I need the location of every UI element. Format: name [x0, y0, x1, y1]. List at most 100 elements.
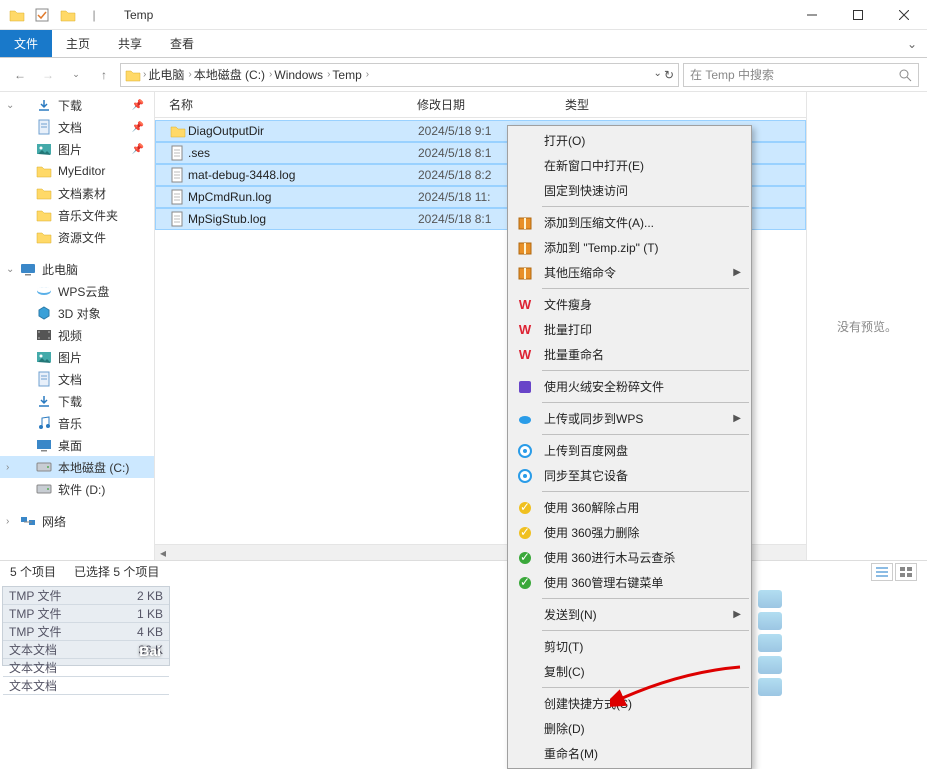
context-menu-item[interactable]: W文件瘦身 — [508, 292, 751, 317]
context-menu-item[interactable]: 发送到(N)▶ — [508, 602, 751, 627]
refresh-icon[interactable]: ↻ — [664, 68, 674, 82]
scroll-left-icon[interactable]: ◂ — [155, 545, 171, 560]
ribbon-share-tab[interactable]: 共享 — [104, 30, 156, 57]
ribbon-view-tab[interactable]: 查看 — [156, 30, 208, 57]
address-bar[interactable]: › 此电脑› 本地磁盘 (C:)› Windows› Temp› ⌄ ↻ — [120, 63, 679, 87]
folder-icon — [36, 207, 52, 223]
tree-pc-item[interactable]: 音乐 — [0, 412, 154, 434]
view-icons-button[interactable] — [895, 563, 917, 581]
tree-quick-item[interactable]: MyEditor — [0, 160, 154, 182]
tree-pc-item[interactable]: 3D 对象 — [0, 302, 154, 324]
context-menu-label: 剪切(T) — [544, 638, 583, 655]
chevron-right-icon: › — [6, 462, 9, 473]
folder-icon — [170, 124, 188, 138]
close-button[interactable] — [881, 0, 927, 30]
breadcrumb-item[interactable]: Windows› — [274, 68, 330, 82]
ribbon-file-tab[interactable]: 文件 — [0, 30, 52, 57]
context-menu-separator — [542, 288, 749, 289]
tree-quick-item[interactable]: 资源文件 — [0, 226, 154, 248]
file-icon — [170, 211, 188, 227]
col-date[interactable]: 修改日期 — [417, 96, 565, 113]
forward-button[interactable]: → — [36, 63, 60, 87]
huorong-icon — [516, 378, 534, 396]
context-menu-item[interactable]: 上传或同步到WPS▶ — [508, 406, 751, 431]
minimize-button[interactable] — [789, 0, 835, 30]
up-button[interactable]: ↑ — [92, 63, 116, 87]
tree-quick-item[interactable]: 图片📌 — [0, 138, 154, 160]
context-menu-item[interactable]: 创建快捷方式(S) — [508, 691, 751, 716]
tree-pc-item[interactable]: 软件 (D:) — [0, 478, 154, 500]
ribbon-expand-icon[interactable]: ⌄ — [907, 37, 927, 51]
col-type[interactable]: 类型 — [565, 96, 806, 113]
ribbon: 文件 主页 共享 查看 ⌄ — [0, 30, 927, 58]
maximize-button[interactable] — [835, 0, 881, 30]
tree-this-pc[interactable]: ⌄ 此电脑 — [0, 258, 154, 280]
context-menu-label: 使用 360解除占用 — [544, 499, 639, 516]
tree-quick-item[interactable]: 文档📌 — [0, 116, 154, 138]
context-menu-item[interactable]: ✓ 使用 360强力删除 — [508, 520, 751, 545]
context-menu-item[interactable]: 重命名(M) — [508, 741, 751, 766]
search-input[interactable]: 在 Temp 中搜索 — [683, 63, 919, 87]
tree-pc-item[interactable]: WPS云盘 — [0, 280, 154, 302]
tree-pc-item[interactable]: ›本地磁盘 (C:) — [0, 456, 154, 478]
search-icon — [898, 68, 912, 82]
col-name[interactable]: 名称 — [169, 96, 417, 113]
ribbon-home-tab[interactable]: 主页 — [52, 30, 104, 57]
context-menu-item[interactable]: ✓使用 360进行木马云查杀 — [508, 545, 751, 570]
context-menu-item[interactable]: 打开(O) — [508, 128, 751, 153]
tree-pc-item[interactable]: 文档 — [0, 368, 154, 390]
context-menu-item[interactable]: 固定到快速访问 — [508, 178, 751, 203]
address-dropdown-icon[interactable]: ⌄ — [654, 68, 662, 82]
thumbnail-row: TMP 文件1 KB — [3, 605, 169, 623]
context-menu-item[interactable]: 复制(C) — [508, 659, 751, 684]
tree-pc-item[interactable]: 视频 — [0, 324, 154, 346]
context-menu-item[interactable]: 使用火绒安全粉碎文件 — [508, 374, 751, 399]
context-menu-item[interactable]: 添加到 "Temp.zip" (T) — [508, 235, 751, 260]
breadcrumb-item[interactable]: 此电脑› — [148, 66, 191, 83]
context-menu-separator — [542, 434, 749, 435]
context-menu-label: 使用火绒安全粉碎文件 — [544, 378, 664, 395]
nav-tree: ⌄下载📌文档📌图片📌MyEditor文档素材音乐文件夹资源文件 ⌄ 此电脑 WP… — [0, 92, 155, 560]
context-menu-item[interactable]: ✓使用 360管理右键菜单 — [508, 570, 751, 595]
context-menu-item[interactable]: 其他压缩命令▶ — [508, 260, 751, 285]
tree-pc-item[interactable]: 桌面 — [0, 434, 154, 456]
breadcrumb-item[interactable]: Temp› — [332, 68, 369, 82]
svg-text:✓: ✓ — [520, 500, 530, 514]
360-icon: ✓ — [516, 499, 534, 517]
submenu-arrow-icon: ▶ — [733, 267, 741, 278]
context-menu-item[interactable]: 删除(D) — [508, 716, 751, 741]
file-icon — [170, 167, 188, 183]
context-menu-item[interactable]: 在新窗口中打开(E) — [508, 153, 751, 178]
qat-folder-icon[interactable] — [56, 3, 80, 27]
chevron-right-icon: › — [6, 516, 9, 527]
context-menu-item[interactable]: W批量打印 — [508, 317, 751, 342]
context-menu-item[interactable]: 同步至其它设备 — [508, 463, 751, 488]
context-menu-item[interactable]: W批量重命名 — [508, 342, 751, 367]
view-details-button[interactable] — [871, 563, 893, 581]
context-menu-separator — [542, 687, 749, 688]
back-button[interactable]: ← — [8, 63, 32, 87]
context-menu-item[interactable]: 上传到百度网盘 — [508, 438, 751, 463]
tree-pc-item[interactable]: 下载 — [0, 390, 154, 412]
file-name: mat-debug-3448.log — [188, 168, 418, 182]
360-icon: ✓ — [516, 524, 534, 542]
tree-quick-item[interactable]: ⌄下载📌 — [0, 94, 154, 116]
context-menu-item[interactable]: ✓ 使用 360解除占用 — [508, 495, 751, 520]
tree-quick-item[interactable]: 文档素材 — [0, 182, 154, 204]
file-icon — [170, 189, 188, 205]
tree-network[interactable]: › 网络 — [0, 510, 154, 532]
breadcrumb-item[interactable]: 本地磁盘 (C:)› — [194, 66, 273, 83]
recent-dropdown[interactable]: ⌄ — [64, 63, 88, 87]
baidu-icon — [516, 442, 534, 460]
disk-icon — [36, 481, 52, 497]
context-menu-label: 使用 360强力删除 — [544, 524, 639, 541]
status-bar: 5 个项目 已选择 5 个项目 — [0, 560, 927, 582]
tree-pc-item[interactable]: 图片 — [0, 346, 154, 368]
tree-quick-item[interactable]: 音乐文件夹 — [0, 204, 154, 226]
context-menu-item[interactable]: 剪切(T) — [508, 634, 751, 659]
column-headers: 名称 修改日期 类型 — [155, 92, 806, 118]
context-menu-item[interactable]: 添加到压缩文件(A)... — [508, 210, 751, 235]
qat-checkbox[interactable] — [30, 3, 54, 27]
context-menu-label: 文件瘦身 — [544, 296, 592, 313]
wps-red-icon: W — [516, 346, 534, 364]
